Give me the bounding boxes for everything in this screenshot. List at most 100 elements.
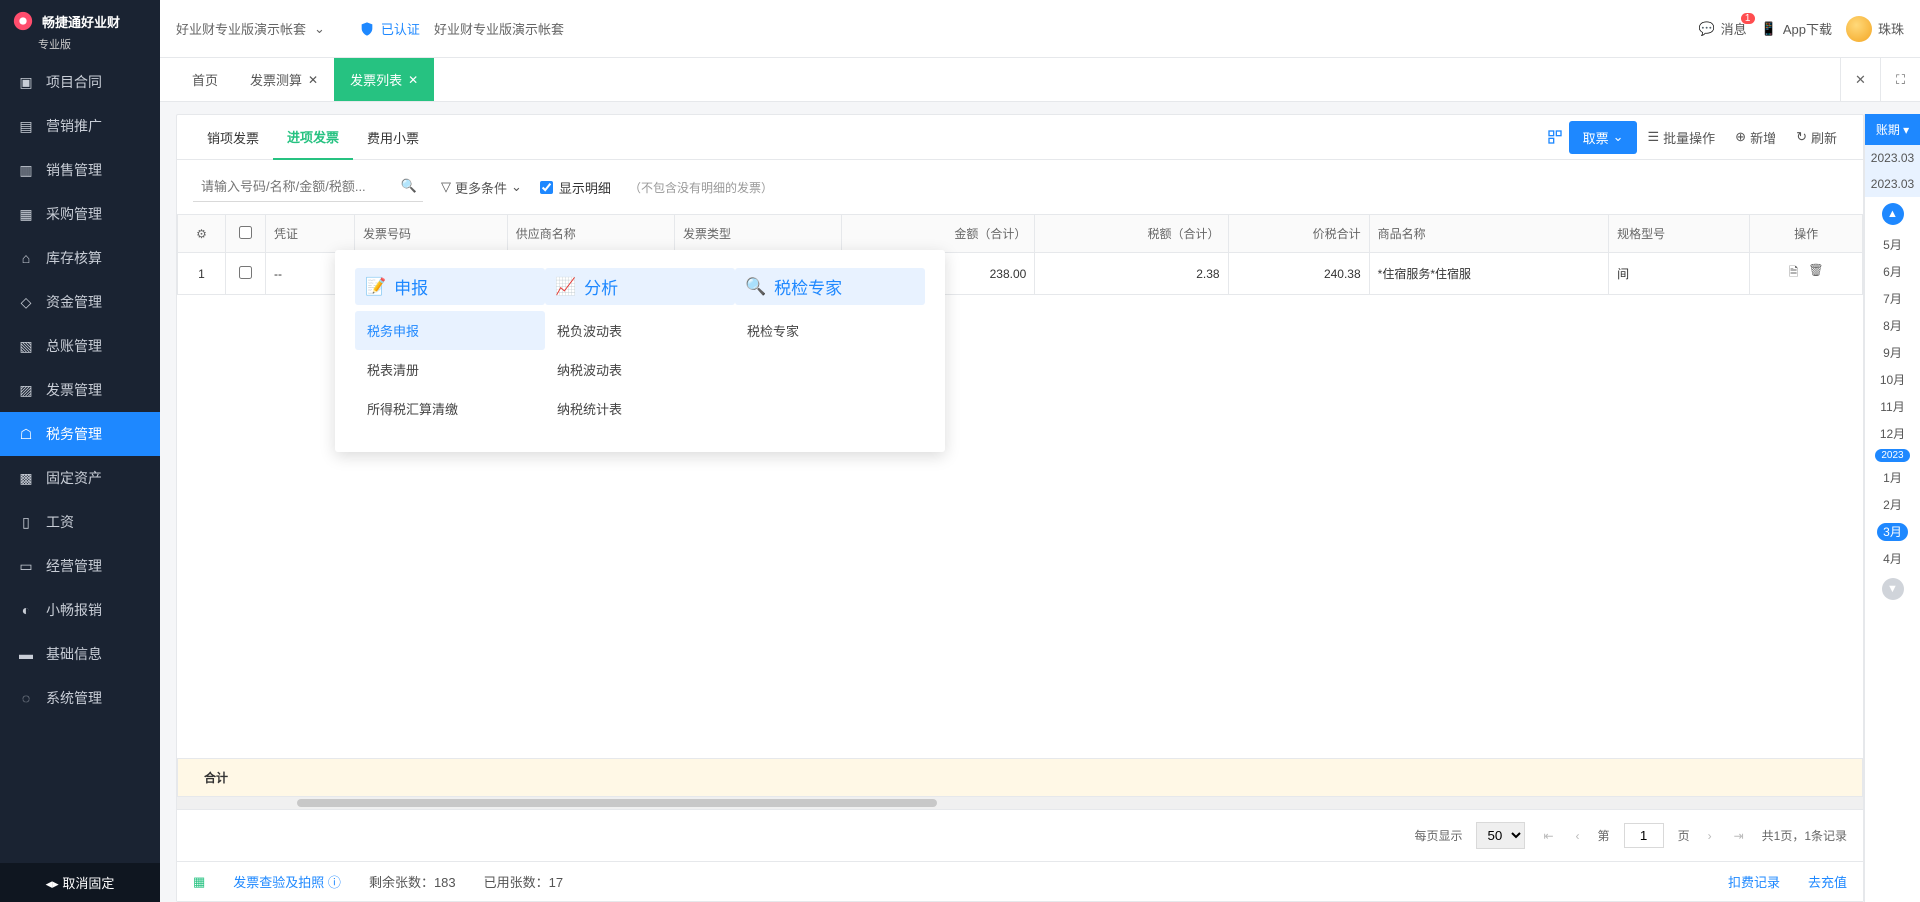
expert-icon: 🔍 xyxy=(745,277,766,297)
close-all-button[interactable]: ✕ xyxy=(1840,58,1880,101)
period-row[interactable]: 2023.03 xyxy=(1865,145,1920,171)
horizontal-scrollbar[interactable] xyxy=(177,797,1863,809)
messages-button[interactable]: 💬 消息 1 xyxy=(1698,19,1746,38)
show-detail-checkbox[interactable]: 显示明细 xyxy=(540,178,611,197)
verified-badge: 已认证 xyxy=(359,19,420,38)
tab-home[interactable]: 首页 xyxy=(176,58,234,101)
nav-sales[interactable]: ▥销售管理 xyxy=(0,148,160,192)
month-item[interactable]: 10月 xyxy=(1865,366,1920,393)
first-page-button[interactable]: ⇤ xyxy=(1539,827,1557,845)
nav-ledger[interactable]: ▧总账管理 xyxy=(0,324,160,368)
tax-icon: ☖ xyxy=(16,424,36,444)
month-item[interactable]: 7月 xyxy=(1865,285,1920,312)
add-button[interactable]: ⊕新增 xyxy=(1725,122,1786,153)
month-item[interactable]: 2月 xyxy=(1865,491,1920,518)
month-item[interactable]: 4月 xyxy=(1865,545,1920,572)
scan-link[interactable]: 发票查验及拍照 ⓘ xyxy=(233,872,341,891)
invoice-panel: 销项发票 进项发票 费用小票 取票 ⌄ ☰批量操作 ⊕新增 ↻刷新 🔍 xyxy=(176,114,1864,902)
month-item[interactable]: 5月 xyxy=(1865,231,1920,258)
tab-invoice-calc[interactable]: 发票测算✕ xyxy=(234,58,334,101)
month-item[interactable]: 1月 xyxy=(1865,464,1920,491)
phone-icon: 📱 xyxy=(1761,21,1777,37)
close-icon[interactable]: ✕ xyxy=(408,73,418,87)
year-chip: 2023 xyxy=(1875,449,1909,462)
close-icon[interactable]: ✕ xyxy=(308,73,318,87)
search-icon[interactable]: 🔍 xyxy=(401,178,417,194)
nav-baseinfo[interactable]: ▬基础信息 xyxy=(0,632,160,676)
fullscreen-button[interactable]: ⛶ xyxy=(1880,58,1920,101)
row-checkbox[interactable] xyxy=(239,266,252,279)
qr-button[interactable] xyxy=(1541,123,1569,151)
view-icon[interactable]: 🗎 xyxy=(1789,263,1799,284)
last-page-button[interactable]: ⇥ xyxy=(1730,827,1748,845)
scroll-down-button[interactable]: ▼ xyxy=(1882,578,1904,600)
download-button[interactable]: 📱 App下载 xyxy=(1761,19,1832,38)
month-item[interactable]: 8月 xyxy=(1865,312,1920,339)
month-item[interactable]: 9月 xyxy=(1865,339,1920,366)
pagination: 每页显示 50 ⇤ ‹ 第 页 › ⇥ 共1页，1条记录 xyxy=(177,809,1863,861)
operation-icon: ▭ xyxy=(16,556,36,576)
th-supplier: 供应商名称 xyxy=(507,215,674,253)
sales-icon: ▥ xyxy=(16,160,36,180)
select-all-checkbox[interactable] xyxy=(239,226,252,239)
th-voucher: 凭证 xyxy=(266,215,355,253)
subtab-expense[interactable]: 费用小票 xyxy=(353,116,433,159)
period-head[interactable]: 账期 ▾ xyxy=(1865,114,1920,145)
month-item-current[interactable]: 3月 xyxy=(1865,518,1920,545)
fetch-button[interactable]: 取票 ⌄ xyxy=(1569,121,1638,154)
perpage-select[interactable]: 50 xyxy=(1476,822,1525,849)
nav-tax[interactable]: ☖税务管理 xyxy=(0,412,160,456)
delete-icon[interactable]: 🗑 xyxy=(1808,263,1823,284)
chevron-down-icon: ⌄ xyxy=(314,21,325,37)
th-type: 发票类型 xyxy=(674,215,841,253)
batch-button[interactable]: ☰批量操作 xyxy=(1637,122,1725,153)
nav-salary[interactable]: ▯工资 xyxy=(0,500,160,544)
pop-item[interactable]: 税表清册 xyxy=(355,350,545,389)
more-filters-button[interactable]: ▽更多条件⌄ xyxy=(441,178,522,197)
subtab-input[interactable]: 进项发票 xyxy=(273,115,353,160)
purchase-icon: ▦ xyxy=(16,204,36,224)
nav-purchase[interactable]: ▦采购管理 xyxy=(0,192,160,236)
period-row[interactable]: 2023.03 xyxy=(1865,171,1920,197)
nav-assets[interactable]: ▩固定资产 xyxy=(0,456,160,500)
pop-item[interactable]: 税负波动表 xyxy=(545,311,735,350)
subtab-output[interactable]: 销项发票 xyxy=(193,116,273,159)
unpin-button[interactable]: ◂▸ 取消固定 xyxy=(0,863,160,902)
nav-marketing[interactable]: ▤营销推广 xyxy=(0,104,160,148)
nav-expense[interactable]: ◐小畅报销 xyxy=(0,588,160,632)
tab-invoice-list[interactable]: 发票列表✕ xyxy=(334,58,434,101)
next-page-button[interactable]: › xyxy=(1704,827,1716,845)
nav-inventory[interactable]: ⌂库存核算 xyxy=(0,236,160,280)
prev-page-button[interactable]: ‹ xyxy=(1572,827,1584,845)
th-spec: 规格型号 xyxy=(1609,215,1750,253)
pop-item[interactable]: 纳税统计表 xyxy=(545,389,735,428)
deduct-link[interactable]: 扣费记录 xyxy=(1728,872,1780,891)
month-item[interactable]: 11月 xyxy=(1865,393,1920,420)
nav-project[interactable]: ▣项目合同 xyxy=(0,60,160,104)
page-input[interactable] xyxy=(1624,823,1664,848)
nav-funds[interactable]: ◇资金管理 xyxy=(0,280,160,324)
pop-item[interactable]: 税务申报 xyxy=(355,311,545,350)
plus-icon: ⊕ xyxy=(1735,129,1746,145)
th-product: 商品名称 xyxy=(1369,215,1609,253)
sidebar-nav: ▣项目合同 ▤营销推广 ▥销售管理 ▦采购管理 ⌂库存核算 ◇资金管理 ▧总账管… xyxy=(0,60,160,863)
pop-item[interactable]: 纳税波动表 xyxy=(545,350,735,389)
refresh-button[interactable]: ↻刷新 xyxy=(1786,122,1847,153)
gear-icon[interactable]: ⚙ xyxy=(196,227,207,241)
pop-item[interactable]: 税检专家 xyxy=(735,311,925,350)
analyze-icon: 📈 xyxy=(555,277,576,297)
month-item[interactable]: 12月 xyxy=(1865,420,1920,447)
assets-icon: ▩ xyxy=(16,468,36,488)
nav-invoice[interactable]: ▨发票管理 xyxy=(0,368,160,412)
th-invoice-no: 发票号码 xyxy=(355,215,508,253)
pop-item[interactable]: 所得税汇算清缴 xyxy=(355,389,545,428)
search-input[interactable] xyxy=(193,172,423,202)
user-menu[interactable]: 珠珠 xyxy=(1846,16,1904,42)
account-select[interactable]: 好业财专业版演示帐套 ⌄ xyxy=(176,19,345,38)
nav-operation[interactable]: ▭经营管理 xyxy=(0,544,160,588)
month-item[interactable]: 6月 xyxy=(1865,258,1920,285)
scroll-up-button[interactable]: ▲ xyxy=(1882,203,1904,225)
brand-edition: 专业版 xyxy=(0,36,160,60)
nav-system[interactable]: ◌系统管理 xyxy=(0,676,160,720)
recharge-link[interactable]: 去充值 xyxy=(1808,872,1847,891)
